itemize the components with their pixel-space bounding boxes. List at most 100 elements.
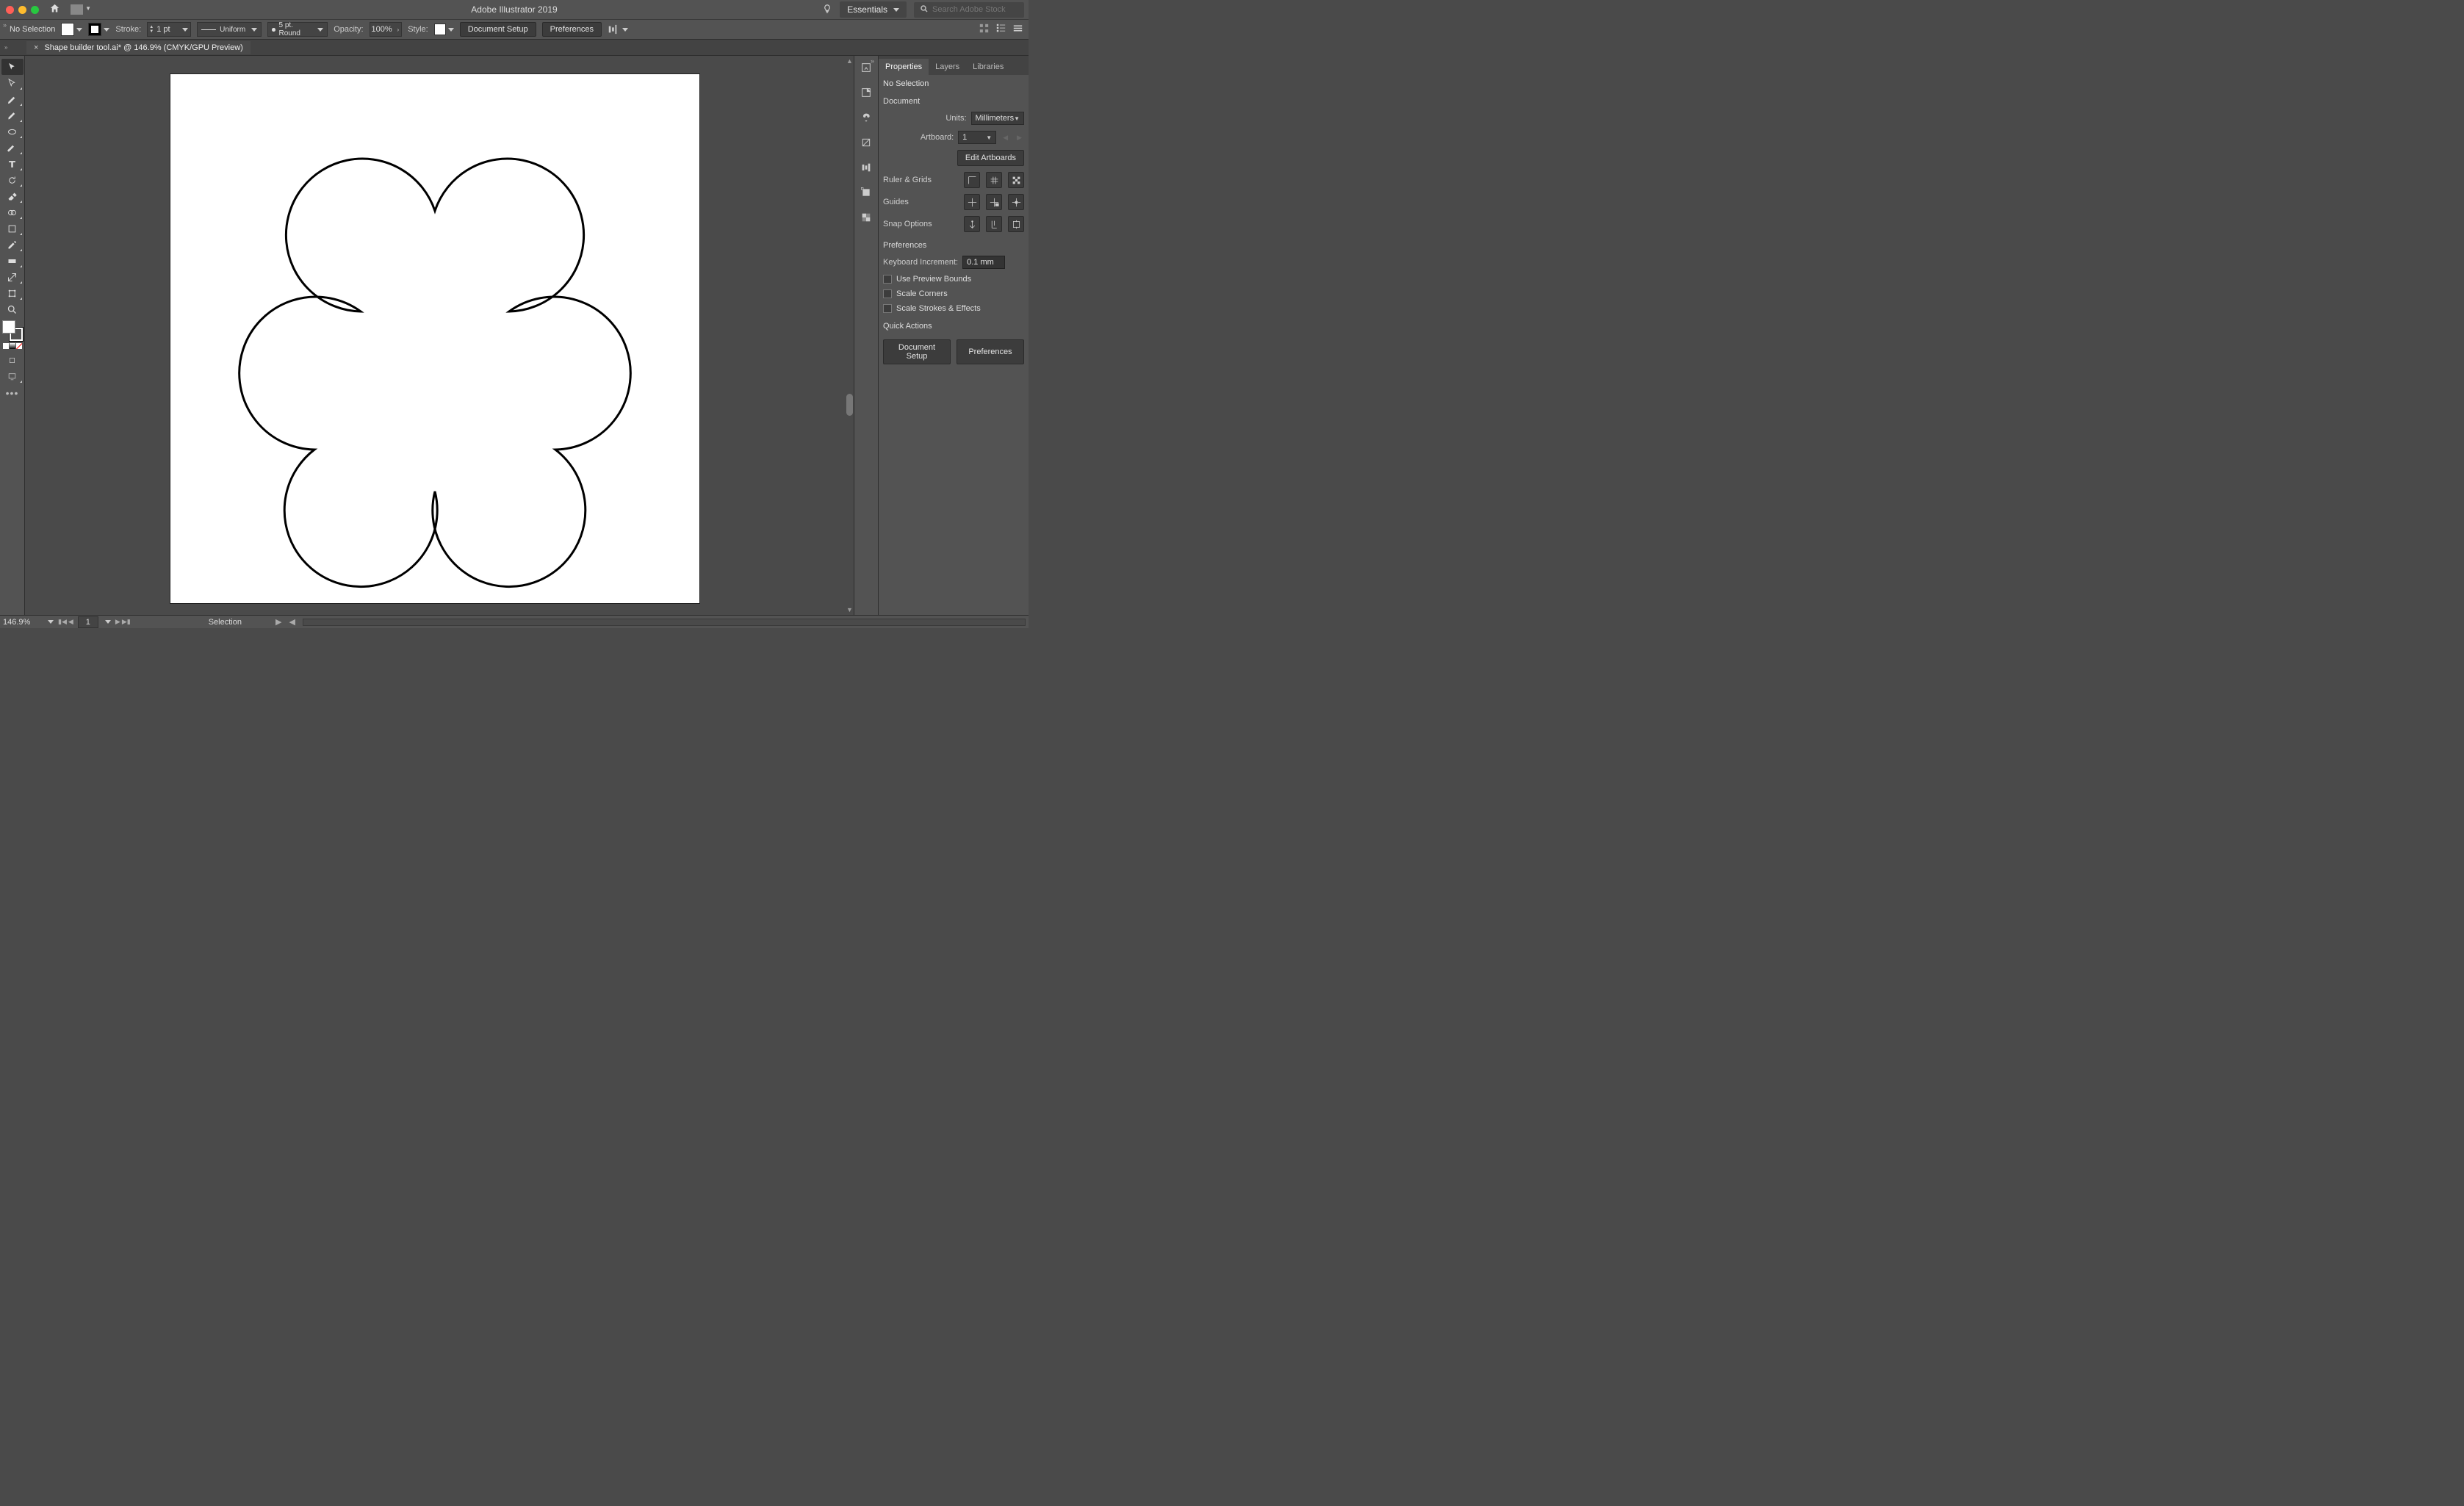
expand-control-bar-icon[interactable]: » (3, 22, 7, 28)
keyboard-increment-input[interactable] (962, 256, 1005, 269)
transparency-grid-icon[interactable] (1008, 172, 1024, 188)
none-fill-icon[interactable] (16, 343, 22, 349)
document-setup-button[interactable]: Document Setup (460, 22, 536, 37)
stroke-weight-input[interactable]: ▲▼ (147, 22, 191, 37)
hscroll-left-icon[interactable]: ◀ (289, 617, 295, 627)
snap-grid-icon[interactable] (986, 216, 1002, 232)
align-options-icon[interactable] (608, 24, 628, 35)
gradient-tool[interactable] (1, 253, 24, 269)
minimize-window-button[interactable] (18, 6, 26, 14)
next-artboard-icon[interactable]: ▶ (1015, 134, 1024, 142)
edit-toolbar-button[interactable]: ••• (6, 390, 19, 396)
status-menu-icon[interactable]: ▶ (275, 617, 281, 627)
units-select[interactable]: Millimeters▼ (971, 112, 1024, 125)
type-tool[interactable] (1, 156, 24, 172)
shape-builder-tool[interactable] (1, 204, 24, 220)
tab-layers[interactable]: Layers (929, 59, 966, 75)
panel-toggle-icon[interactable]: » (4, 45, 7, 51)
stroke-weight-field[interactable] (155, 25, 180, 34)
artboard-select[interactable]: 1▼ (958, 131, 996, 144)
lock-guides-icon[interactable] (986, 194, 1002, 210)
paintbrush-tool[interactable] (1, 140, 24, 156)
direct-selection-tool[interactable] (1, 75, 24, 91)
expand-panels-icon[interactable]: » (871, 58, 874, 64)
stroke-swatch[interactable] (88, 23, 109, 36)
ellipse-tool[interactable] (1, 123, 24, 140)
free-transform-tool[interactable] (1, 285, 24, 301)
align-panel-icon[interactable] (859, 160, 873, 175)
pathfinder-panel-icon[interactable] (859, 135, 873, 150)
arrange-documents-button[interactable] (71, 4, 83, 15)
smart-guides-icon[interactable] (1008, 194, 1024, 210)
grid-view-icon[interactable] (979, 24, 989, 35)
horizontal-scrollbar[interactable] (303, 619, 1026, 626)
close-window-button[interactable] (6, 6, 14, 14)
zoom-readout[interactable]: 146.9% (3, 618, 41, 627)
close-tab-icon[interactable]: × (34, 43, 38, 52)
list-view-icon[interactable] (996, 24, 1006, 35)
qa-preferences-button[interactable]: Preferences (957, 339, 1024, 364)
color-mode-row[interactable] (3, 343, 22, 349)
maximize-window-button[interactable] (31, 6, 39, 14)
prev-artboard-icon[interactable]: ◀ (1001, 134, 1010, 142)
screen-mode-button[interactable] (1, 368, 24, 384)
scroll-up-icon[interactable]: ▲ (846, 57, 853, 65)
export-panel-icon[interactable] (859, 85, 873, 100)
home-icon[interactable] (49, 3, 60, 16)
stroke-profile-select[interactable]: Uniform (197, 22, 262, 37)
fill-stroke-swatch[interactable] (2, 320, 23, 341)
eraser-tool[interactable] (1, 188, 24, 204)
appearance-panel-icon[interactable] (859, 110, 873, 125)
pen-tool[interactable] (1, 91, 24, 107)
scale-corners-checkbox[interactable]: Scale Corners (883, 289, 1024, 298)
selection-tool[interactable] (1, 59, 24, 75)
transparency-panel-icon[interactable] (859, 210, 873, 225)
prev-artboard-nav-icon[interactable]: ◀ (68, 618, 73, 626)
scroll-down-icon[interactable]: ▼ (846, 606, 853, 613)
grid-toggle-icon[interactable] (986, 172, 1002, 188)
artboard-tool[interactable] (1, 220, 24, 237)
scale-tool[interactable] (1, 269, 24, 285)
snap-pixel-icon[interactable] (1008, 216, 1024, 232)
fill-swatch[interactable] (61, 23, 82, 36)
brush-definition-select[interactable]: 5 pt. Round (267, 22, 328, 37)
eyedropper-tool[interactable] (1, 237, 24, 253)
search-adobe-stock[interactable] (914, 2, 1024, 18)
first-artboard-icon[interactable]: ▮◀ (58, 618, 67, 626)
search-input[interactable] (932, 5, 1020, 14)
zoom-dropdown-icon[interactable] (48, 620, 54, 624)
snap-point-icon[interactable] (964, 216, 980, 232)
zoom-tool[interactable] (1, 301, 24, 317)
canvas-area[interactable]: ▲ ▼ (25, 56, 854, 615)
opacity-input[interactable]: › (370, 22, 403, 37)
tab-properties[interactable]: Properties (879, 59, 929, 75)
keyboard-increment-label: Keyboard Increment: (883, 258, 958, 267)
panel-tabs: Properties Layers Libraries (879, 56, 1029, 75)
ruler-toggle-icon[interactable] (964, 172, 980, 188)
workspace-switcher[interactable]: Essentials (840, 1, 907, 18)
color-fill-icon[interactable] (3, 343, 9, 349)
transform-panel-icon[interactable] (859, 185, 873, 200)
next-artboard-nav-icon[interactable]: ▶ (115, 618, 120, 626)
scale-strokes-checkbox[interactable]: Scale Strokes & Effects (883, 304, 1024, 313)
graphic-style-swatch[interactable] (434, 24, 454, 35)
opacity-field[interactable] (370, 25, 395, 34)
curvature-tool[interactable] (1, 107, 24, 123)
menu-lines-icon[interactable] (1013, 24, 1023, 35)
gradient-fill-icon[interactable] (10, 343, 15, 349)
last-artboard-icon[interactable]: ▶▮ (122, 618, 131, 626)
draw-mode-normal[interactable] (1, 352, 24, 368)
use-preview-bounds-checkbox[interactable]: Use Preview Bounds (883, 275, 1024, 284)
artboard-nav-dropdown-icon[interactable] (105, 620, 111, 624)
tab-libraries[interactable]: Libraries (966, 59, 1010, 75)
qa-document-setup-button[interactable]: Document Setup (883, 339, 951, 364)
show-guides-icon[interactable] (964, 194, 980, 210)
discover-tip-icon[interactable] (822, 4, 832, 16)
scrollbar-thumb[interactable] (846, 394, 853, 416)
vertical-scrollbar[interactable]: ▲ ▼ (845, 56, 854, 615)
preferences-button[interactable]: Preferences (542, 22, 602, 37)
artboard-nav-field[interactable]: 1 (78, 616, 98, 628)
rotate-tool[interactable] (1, 172, 24, 188)
document-tab[interactable]: × Shape builder tool.ai* @ 146.9% (CMYK/… (26, 41, 251, 54)
edit-artboards-button[interactable]: Edit Artboards (957, 150, 1024, 166)
